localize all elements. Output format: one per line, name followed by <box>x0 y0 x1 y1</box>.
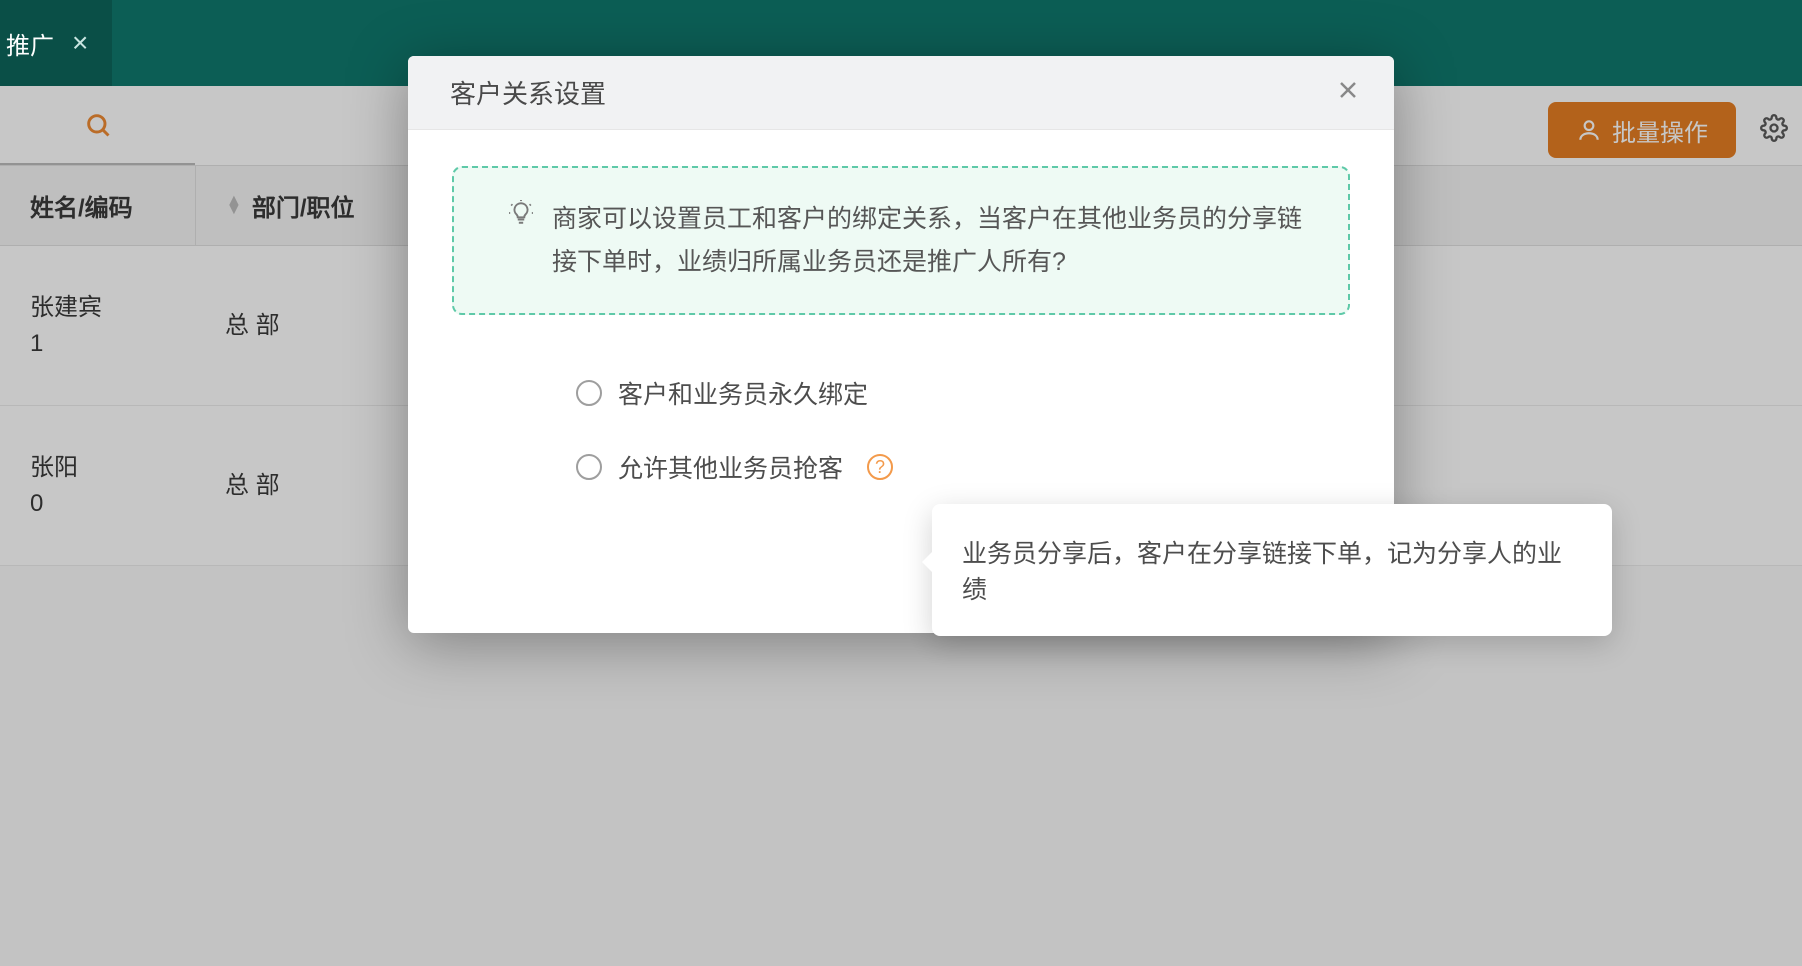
radio-allow-steal[interactable]: 允许其他业务员抢客 ? <box>576 449 1350 485</box>
modal-body: 商家可以设置员工和客户的绑定关系，当客户在其他业务员的分享链接下单时，业绩归所属… <box>408 130 1394 485</box>
cell-dept: 总 部 <box>195 246 415 405</box>
active-tab[interactable]: 推广 × <box>0 0 112 86</box>
tip-box: 商家可以设置员工和客户的绑定关系，当客户在其他业务员的分享链接下单时，业绩归所属… <box>452 166 1350 315</box>
close-icon[interactable]: × <box>72 27 88 59</box>
tip-text: 商家可以设置员工和客户的绑定关系，当客户在其他业务员的分享链接下单时，业绩归所属… <box>552 198 1304 283</box>
cell-name: 张建宾 1 <box>0 246 195 405</box>
batch-label: 批量操作 <box>1612 113 1708 148</box>
radio-unchecked-icon <box>576 380 602 406</box>
radio-unchecked-icon <box>576 454 602 480</box>
column-header-dept[interactable]: ▲▼ 部门/职位 <box>195 166 415 245</box>
modal-title: 客户关系设置 <box>450 74 606 111</box>
column-header-name[interactable]: 姓名/编码 <box>0 166 195 245</box>
user-icon <box>1576 117 1602 143</box>
settings-button[interactable] <box>1760 114 1788 147</box>
close-icon <box>1336 78 1360 102</box>
radio-group: 客户和业务员永久绑定 允许其他业务员抢客 ? <box>452 375 1350 485</box>
cell-dept: 总 部 <box>195 406 415 565</box>
lightbulb-icon <box>508 200 534 283</box>
help-icon[interactable]: ? <box>867 454 893 480</box>
help-tooltip: 业务员分享后，客户在分享链接下单，记为分享人的业绩 <box>932 504 1612 636</box>
tab-label: 推广 <box>0 26 54 61</box>
search-input[interactable] <box>0 87 195 165</box>
tooltip-text: 业务员分享后，客户在分享链接下单，记为分享人的业绩 <box>962 540 1562 604</box>
sort-icon[interactable]: ▲▼ <box>226 197 242 215</box>
search-icon <box>84 111 112 139</box>
modal-close-button[interactable] <box>1336 78 1360 107</box>
radio-label: 客户和业务员永久绑定 <box>618 375 868 411</box>
modal-header: 客户关系设置 <box>408 56 1394 130</box>
gear-icon <box>1760 114 1788 142</box>
radio-label: 允许其他业务员抢客 <box>618 449 843 485</box>
cell-name: 张阳 0 <box>0 406 195 565</box>
radio-permanent-bind[interactable]: 客户和业务员永久绑定 <box>576 375 1350 411</box>
batch-operate-button[interactable]: 批量操作 <box>1548 102 1736 158</box>
